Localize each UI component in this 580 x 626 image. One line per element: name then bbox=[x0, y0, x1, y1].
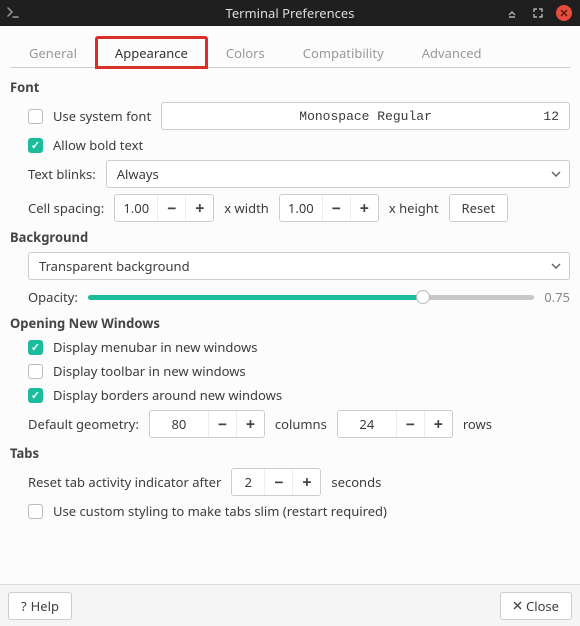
spin-cell-width-value[interactable]: 1.00 bbox=[115, 199, 157, 217]
checkbox-allow-bold[interactable]: ✓ bbox=[28, 138, 43, 153]
label-x-width: x width bbox=[224, 199, 269, 217]
minus-icon[interactable]: − bbox=[264, 468, 292, 496]
checkbox-toolbar[interactable] bbox=[28, 364, 43, 379]
tab-appearance[interactable]: Appearance bbox=[96, 37, 207, 68]
minus-icon[interactable]: − bbox=[396, 410, 424, 438]
plus-icon[interactable]: + bbox=[185, 194, 213, 222]
label-text-blinks: Text blinks: bbox=[28, 165, 96, 183]
spin-columns[interactable]: 80 − + bbox=[149, 410, 265, 438]
label-menubar: Display menubar in new windows bbox=[53, 338, 257, 356]
minus-icon[interactable]: − bbox=[322, 194, 350, 222]
checkbox-use-system-font[interactable] bbox=[28, 109, 43, 124]
close-icon[interactable] bbox=[556, 5, 572, 21]
section-tabs: Tabs bbox=[10, 444, 570, 462]
font-chooser-button[interactable]: Monospace Regular 12 bbox=[161, 102, 570, 130]
label-reset-indicator-prefix: Reset tab activity indicator after bbox=[28, 473, 221, 491]
label-allow-bold: Allow bold text bbox=[53, 136, 143, 154]
label-use-system-font: Use system font bbox=[53, 107, 151, 125]
chevron-down-icon bbox=[551, 263, 561, 269]
spin-cell-width[interactable]: 1.00 − + bbox=[114, 194, 214, 222]
label-reset-indicator-suffix: seconds bbox=[331, 473, 381, 491]
minus-icon[interactable]: − bbox=[208, 410, 236, 438]
tab-compatibility[interactable]: Compatibility bbox=[284, 37, 403, 68]
select-background-type[interactable]: Transparent background bbox=[28, 252, 570, 280]
spin-cell-height-value[interactable]: 1.00 bbox=[280, 199, 322, 217]
spin-reset-seconds-value[interactable]: 2 bbox=[232, 473, 264, 491]
select-text-blinks-value: Always bbox=[117, 165, 159, 183]
label-default-geometry: Default geometry: bbox=[28, 415, 139, 433]
help-icon: ? bbox=[21, 597, 27, 615]
checkbox-borders[interactable]: ✓ bbox=[28, 388, 43, 403]
opacity-value: 0.75 bbox=[544, 288, 570, 306]
label-columns: columns bbox=[275, 415, 327, 433]
label-x-height: x height bbox=[389, 199, 439, 217]
chevron-down-icon bbox=[551, 171, 561, 177]
app-icon bbox=[0, 7, 26, 19]
label-slim-tabs: Use custom styling to make tabs slim (re… bbox=[53, 502, 387, 520]
footer: ? Help Close bbox=[0, 584, 580, 626]
plus-icon[interactable]: + bbox=[292, 468, 320, 496]
tab-general[interactable]: General bbox=[10, 37, 96, 68]
label-toolbar: Display toolbar in new windows bbox=[53, 362, 246, 380]
spin-columns-value[interactable]: 80 bbox=[150, 415, 208, 433]
maximize-icon[interactable] bbox=[530, 5, 546, 21]
spin-rows-value[interactable]: 24 bbox=[338, 415, 396, 433]
close-x-icon bbox=[513, 601, 522, 610]
section-new-windows: Opening New Windows bbox=[10, 314, 570, 332]
spin-rows[interactable]: 24 − + bbox=[337, 410, 453, 438]
font-name: Monospace Regular bbox=[299, 109, 432, 124]
select-background-type-value: Transparent background bbox=[39, 257, 190, 275]
spin-reset-seconds[interactable]: 2 − + bbox=[231, 468, 321, 496]
tab-bar: General Appearance Colors Compatibility … bbox=[10, 36, 570, 68]
window-title: Terminal Preferences bbox=[0, 4, 580, 22]
opacity-slider[interactable] bbox=[88, 289, 534, 305]
content-area: General Appearance Colors Compatibility … bbox=[0, 26, 580, 584]
label-opacity: Opacity: bbox=[28, 288, 78, 306]
minus-icon[interactable]: − bbox=[157, 194, 185, 222]
label-borders: Display borders around new windows bbox=[53, 386, 282, 404]
label-cell-spacing: Cell spacing: bbox=[28, 199, 104, 217]
label-rows: rows bbox=[463, 415, 492, 433]
section-font: Font bbox=[10, 78, 570, 96]
tab-colors[interactable]: Colors bbox=[207, 37, 284, 68]
plus-icon[interactable]: + bbox=[350, 194, 378, 222]
plus-icon[interactable]: + bbox=[236, 410, 264, 438]
checkbox-slim-tabs[interactable] bbox=[28, 504, 43, 519]
plus-icon[interactable]: + bbox=[424, 410, 452, 438]
minimize-icon[interactable] bbox=[504, 5, 520, 21]
font-size: 12 bbox=[543, 109, 559, 124]
tab-advanced[interactable]: Advanced bbox=[403, 37, 501, 68]
spin-cell-height[interactable]: 1.00 − + bbox=[279, 194, 379, 222]
reset-cell-spacing-button[interactable]: Reset bbox=[449, 194, 509, 222]
slider-thumb[interactable] bbox=[416, 290, 430, 304]
help-button[interactable]: ? Help bbox=[8, 592, 72, 620]
titlebar: Terminal Preferences bbox=[0, 0, 580, 26]
checkbox-menubar[interactable]: ✓ bbox=[28, 340, 43, 355]
select-text-blinks[interactable]: Always bbox=[106, 160, 570, 188]
close-button[interactable]: Close bbox=[500, 592, 572, 620]
section-background: Background bbox=[10, 228, 570, 246]
